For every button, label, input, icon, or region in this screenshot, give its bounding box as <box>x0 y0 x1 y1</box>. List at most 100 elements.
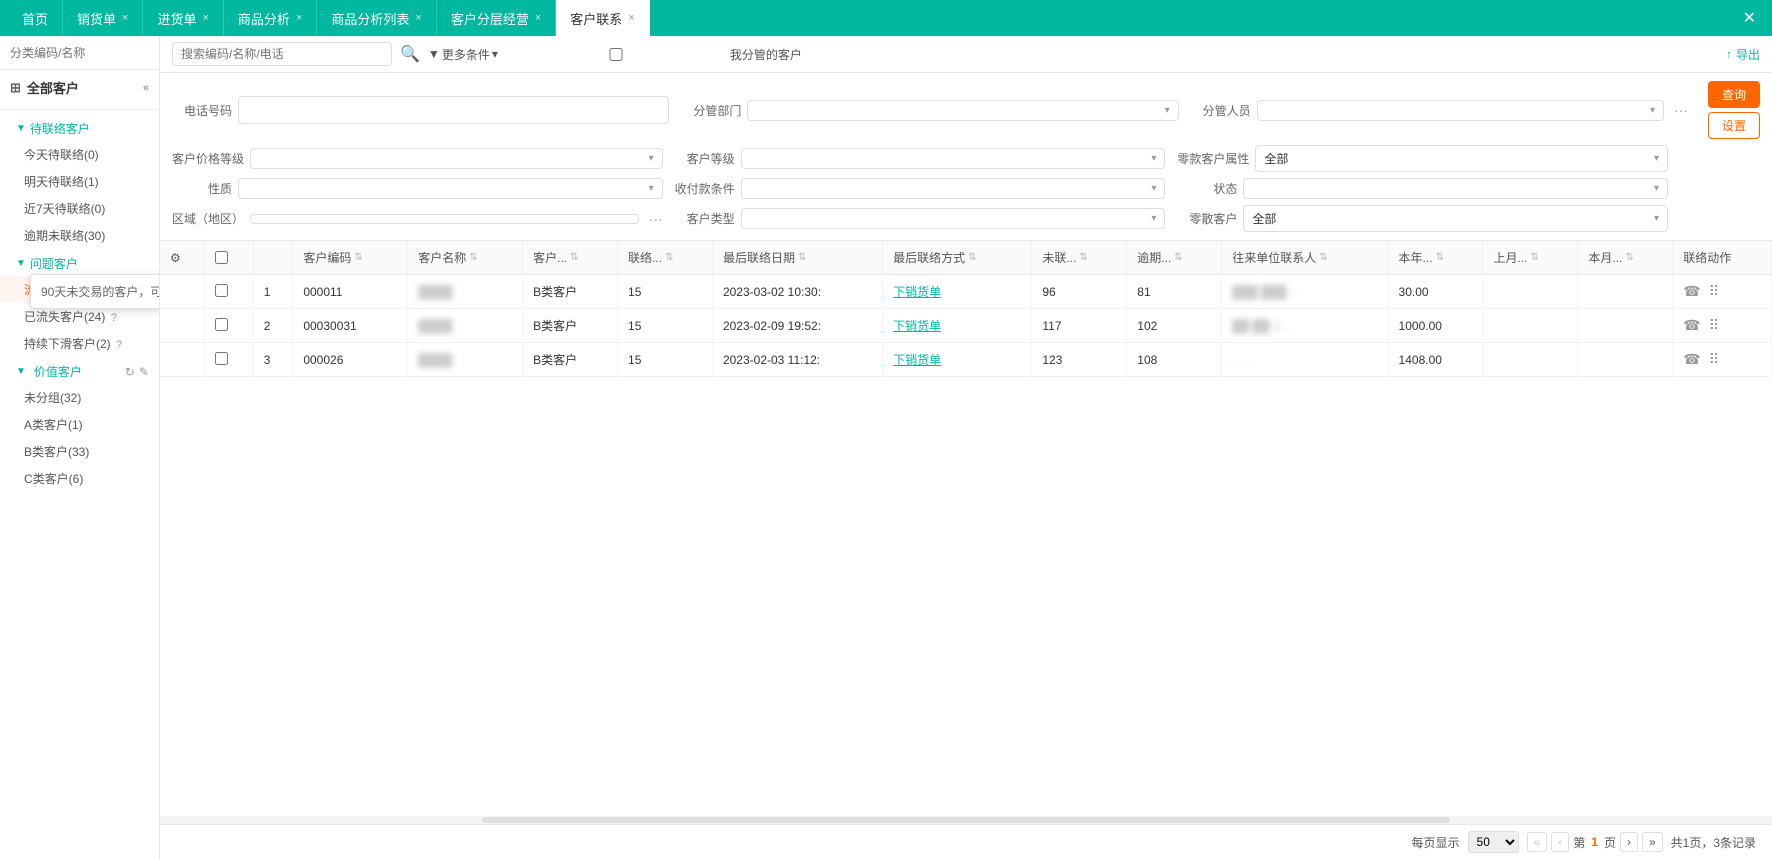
row-checkbox-0[interactable] <box>215 284 228 297</box>
settings-button[interactable]: 设置 <box>1708 112 1760 139</box>
sidebar-item-week-pending[interactable]: 近7天待联络(0) <box>0 195 159 222</box>
th-overdue[interactable]: 逾期...⇅ <box>1127 241 1222 275</box>
th-no-contact[interactable]: 未联...⇅ <box>1032 241 1127 275</box>
sidebar-item-ungroup[interactable]: 未分组(32) <box>0 384 159 411</box>
action-contact-1[interactable]: ☎ <box>1683 317 1700 334</box>
export-button[interactable]: ↑ 导出 <box>1726 46 1760 63</box>
th-this-year[interactable]: 本年...⇅ <box>1388 241 1483 275</box>
method-link-2[interactable]: 下销货单 <box>893 353 941 367</box>
region-dots[interactable]: ··· <box>649 211 663 227</box>
sidebar-collapse-icon[interactable]: « <box>143 82 149 94</box>
retail-select[interactable]: 全部 ▾ <box>1243 205 1668 232</box>
tab-customer-layer[interactable]: 客户分层经营 × <box>437 0 556 36</box>
per-page-select[interactable]: 50 100 200 <box>1468 831 1519 853</box>
th-name[interactable]: 客户名称⇅ <box>408 241 523 275</box>
edit-icon[interactable]: ✎ <box>139 365 149 379</box>
sidebar-item-b-class[interactable]: B类客户(33) <box>0 438 159 465</box>
sidebar-group-value[interactable]: ▼ 价值客户 ↻ ✎ <box>0 357 159 384</box>
refresh-icon[interactable]: ↻ <box>125 365 135 379</box>
td-no-contact-2: 123 <box>1032 343 1127 377</box>
sidebar-item-declining[interactable]: 持续下滑客户(2) ? <box>0 330 159 357</box>
th-type[interactable]: 客户...⇅ <box>523 241 618 275</box>
price-arrow: ▾ <box>649 153 654 164</box>
action-more-0[interactable]: ⠿ <box>1709 283 1719 300</box>
query-button[interactable]: 查询 <box>1708 81 1760 108</box>
more-conditions-button[interactable]: ▼ 更多条件 ▾ <box>428 46 498 63</box>
th-contact[interactable]: 联络...⇅ <box>618 241 713 275</box>
my-customers-checkbox[interactable] <box>506 48 726 61</box>
last-page-button[interactable]: » <box>1642 832 1663 852</box>
sidebar-item-tomorrow-pending[interactable]: 明天待联络(1) <box>0 168 159 195</box>
tab-product-list-close[interactable]: × <box>415 12 421 24</box>
td-checkbox-0 <box>205 275 254 309</box>
question-icon: ? <box>111 312 117 324</box>
td-method-2[interactable]: 下销货单 <box>883 343 1032 377</box>
payment-label: 收付款条件 <box>675 180 735 197</box>
next-page-button[interactable]: › <box>1620 832 1638 852</box>
customer-level-select[interactable]: ▾ <box>741 148 1166 169</box>
sidebar-group-pending[interactable]: ▼ 待联络客户 <box>0 114 159 141</box>
th-this-month[interactable]: 本月...⇅ <box>1578 241 1673 275</box>
select-all-checkbox[interactable] <box>215 251 228 264</box>
payment-select[interactable]: ▾ <box>741 178 1166 199</box>
person-dots[interactable]: ··· <box>1674 102 1688 118</box>
first-page-button[interactable]: « <box>1527 832 1548 852</box>
tab-purchase-close[interactable]: × <box>202 12 208 24</box>
search-input[interactable] <box>172 42 392 66</box>
row-checkbox-2[interactable] <box>215 352 228 365</box>
status-select[interactable]: ▾ <box>1243 178 1668 199</box>
row-checkbox-1[interactable] <box>215 318 228 331</box>
tab-customer-contact[interactable]: 客户联系 × <box>556 0 649 36</box>
action-contact-0[interactable]: ☎ <box>1683 283 1700 300</box>
zero-attr-select[interactable]: 全部 ▾ <box>1255 145 1668 172</box>
tab-sales[interactable]: 销货单 × <box>63 0 143 36</box>
nature-arrow: ▾ <box>649 183 654 194</box>
action-more-2[interactable]: ⠿ <box>1709 351 1719 368</box>
sort-icon-this-month: ⇅ <box>1625 252 1633 263</box>
th-settings[interactable]: ⚙ <box>160 241 205 275</box>
tab-home[interactable]: 首页 <box>8 0 63 36</box>
tab-product-analysis[interactable]: 商品分析 × <box>224 0 317 36</box>
scrollbar-track[interactable] <box>482 817 1449 823</box>
tab-product-list[interactable]: 商品分析列表 × <box>317 0 436 36</box>
tab-customer-layer-close[interactable]: × <box>535 12 541 24</box>
sidebar-item-overdue-contact[interactable]: 逾期未联络(30) <box>0 222 159 249</box>
td-method-0[interactable]: 下销货单 <box>883 275 1032 309</box>
prev-page-button[interactable]: ‹ <box>1551 832 1569 852</box>
method-link-1[interactable]: 下销货单 <box>893 319 941 333</box>
method-link-0[interactable]: 下销货单 <box>893 285 941 299</box>
tab-sales-close[interactable]: × <box>122 12 128 24</box>
tab-customer-contact-close[interactable]: × <box>628 12 634 24</box>
td-method-1[interactable]: 下销货单 <box>883 309 1032 343</box>
price-level-select[interactable]: ▾ <box>250 148 663 169</box>
nature-select[interactable]: ▾ <box>238 178 663 199</box>
th-last-month[interactable]: 上月...⇅ <box>1483 241 1578 275</box>
action-contact-2[interactable]: ☎ <box>1683 351 1700 368</box>
sidebar-item-today-pending[interactable]: 今天待联络(0) <box>0 141 159 168</box>
my-customers-checkbox-label[interactable]: 我分管的客户 <box>506 46 802 63</box>
horizontal-scrollbar[interactable] <box>160 816 1772 824</box>
sidebar-item-a-class[interactable]: A类客户(1) <box>0 411 159 438</box>
sort-icon-contact: ⇅ <box>665 252 673 263</box>
tab-purchase[interactable]: 进货单 × <box>143 0 223 36</box>
sidebar-divider-1 <box>0 109 159 110</box>
td-year-1: 1000.00 <box>1388 309 1483 343</box>
action-more-1[interactable]: ⠿ <box>1709 317 1719 334</box>
tab-product-analysis-close[interactable]: × <box>296 12 302 24</box>
sidebar-item-c-class[interactable]: C类客户(6) <box>0 465 159 492</box>
sidebar-group-problem[interactable]: ▼ 问题客户 <box>0 249 159 276</box>
th-unit-contact[interactable]: 往来单位联系人⇅ <box>1222 241 1388 275</box>
phone-input[interactable] <box>238 96 669 124</box>
window-close-button[interactable]: ✕ <box>1735 8 1764 28</box>
person-label: 分管人员 <box>1191 102 1251 119</box>
th-last-date[interactable]: 最后联络日期⇅ <box>712 241 882 275</box>
person-select[interactable]: ▾ <box>1257 100 1664 121</box>
search-button[interactable]: 🔍 <box>400 44 420 64</box>
dept-select[interactable]: ▾ <box>747 100 1178 121</box>
customer-type-select[interactable]: ▾ <box>741 208 1166 229</box>
region-select[interactable] <box>250 214 639 224</box>
sidebar-all-customers[interactable]: ⊞ 全部客户 « <box>0 70 159 105</box>
th-last-method[interactable]: 最后联络方式⇅ <box>883 241 1032 275</box>
th-code[interactable]: 客户编码⇅ <box>293 241 408 275</box>
sidebar-search-input[interactable] <box>10 46 160 60</box>
